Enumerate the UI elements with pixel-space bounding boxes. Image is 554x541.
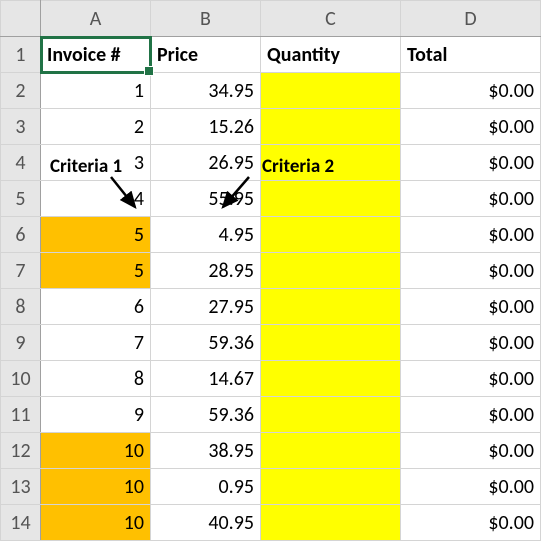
cell-invoice[interactable]: 10: [41, 505, 151, 541]
row-header[interactable]: 12: [1, 433, 41, 469]
cell-quantity[interactable]: [261, 109, 401, 145]
cell-invoice[interactable]: 7: [41, 325, 151, 361]
cell-b1[interactable]: Price: [151, 37, 261, 73]
cell-invoice[interactable]: 5: [41, 253, 151, 289]
cell-total[interactable]: $0.00: [401, 289, 541, 325]
row-header[interactable]: 1: [1, 37, 41, 73]
cell-d1[interactable]: Total: [401, 37, 541, 73]
row-header[interactable]: 4: [1, 145, 41, 181]
cell-price[interactable]: 34.95: [151, 73, 261, 109]
cell-invoice[interactable]: 3: [41, 145, 151, 181]
cell-invoice[interactable]: 8: [41, 361, 151, 397]
cell-invoice[interactable]: 1: [41, 73, 151, 109]
cell-quantity[interactable]: [261, 217, 401, 253]
col-header-b[interactable]: B: [151, 1, 261, 37]
cell-c1[interactable]: Quantity: [261, 37, 401, 73]
cell-price[interactable]: 38.95: [151, 433, 261, 469]
cell-invoice[interactable]: 4: [41, 181, 151, 217]
cell-invoice[interactable]: 6: [41, 289, 151, 325]
cell-price[interactable]: 40.95: [151, 505, 261, 541]
cell-price[interactable]: 15.26: [151, 109, 261, 145]
row-header[interactable]: 8: [1, 289, 41, 325]
cell-price[interactable]: 27.95: [151, 289, 261, 325]
cell-total[interactable]: $0.00: [401, 145, 541, 181]
cell-price[interactable]: 59.36: [151, 397, 261, 433]
cell-quantity[interactable]: [261, 289, 401, 325]
cell-total[interactable]: $0.00: [401, 217, 541, 253]
row-header[interactable]: 5: [1, 181, 41, 217]
cell-total[interactable]: $0.00: [401, 361, 541, 397]
cell-price[interactable]: 14.67: [151, 361, 261, 397]
cell-quantity[interactable]: [261, 181, 401, 217]
cell-total[interactable]: $0.00: [401, 109, 541, 145]
cell-quantity[interactable]: [261, 469, 401, 505]
cell-quantity[interactable]: [261, 361, 401, 397]
cell-price[interactable]: 4.95: [151, 217, 261, 253]
cell-a1[interactable]: Invoice #: [41, 37, 151, 73]
col-header-d[interactable]: D: [401, 1, 541, 37]
cell-price[interactable]: 26.95: [151, 145, 261, 181]
cell-total[interactable]: $0.00: [401, 505, 541, 541]
cell-price[interactable]: 28.95: [151, 253, 261, 289]
row-header[interactable]: 10: [1, 361, 41, 397]
cell-invoice[interactable]: 2: [41, 109, 151, 145]
cell-price[interactable]: 55.95: [151, 181, 261, 217]
cell-quantity[interactable]: [261, 253, 401, 289]
col-header-a[interactable]: A: [41, 1, 151, 37]
cell-total[interactable]: $0.00: [401, 181, 541, 217]
row-header[interactable]: 11: [1, 397, 41, 433]
cell-total[interactable]: $0.00: [401, 433, 541, 469]
cell-invoice[interactable]: 9: [41, 397, 151, 433]
cell-quantity[interactable]: [261, 145, 401, 181]
row-header[interactable]: 13: [1, 469, 41, 505]
cell-invoice[interactable]: 10: [41, 469, 151, 505]
col-header-c[interactable]: C: [261, 1, 401, 37]
cell-quantity[interactable]: [261, 505, 401, 541]
cell-total[interactable]: $0.00: [401, 253, 541, 289]
cell-total[interactable]: $0.00: [401, 397, 541, 433]
row-header[interactable]: 9: [1, 325, 41, 361]
cell-quantity[interactable]: [261, 433, 401, 469]
select-all-corner[interactable]: [1, 1, 41, 37]
cell-price[interactable]: 59.36: [151, 325, 261, 361]
cell-price[interactable]: 0.95: [151, 469, 261, 505]
cell-total[interactable]: $0.00: [401, 73, 541, 109]
row-header[interactable]: 3: [1, 109, 41, 145]
cell-total[interactable]: $0.00: [401, 469, 541, 505]
row-header[interactable]: 6: [1, 217, 41, 253]
row-header[interactable]: 7: [1, 253, 41, 289]
cell-invoice[interactable]: 5: [41, 217, 151, 253]
row-header[interactable]: 14: [1, 505, 41, 541]
cell-quantity[interactable]: [261, 397, 401, 433]
cell-quantity[interactable]: [261, 73, 401, 109]
row-header[interactable]: 2: [1, 73, 41, 109]
cell-invoice[interactable]: 10: [41, 433, 151, 469]
cell-total[interactable]: $0.00: [401, 325, 541, 361]
spreadsheet-grid[interactable]: A B C D 1 Invoice # Price Quantity Total…: [0, 0, 541, 541]
cell-quantity[interactable]: [261, 325, 401, 361]
